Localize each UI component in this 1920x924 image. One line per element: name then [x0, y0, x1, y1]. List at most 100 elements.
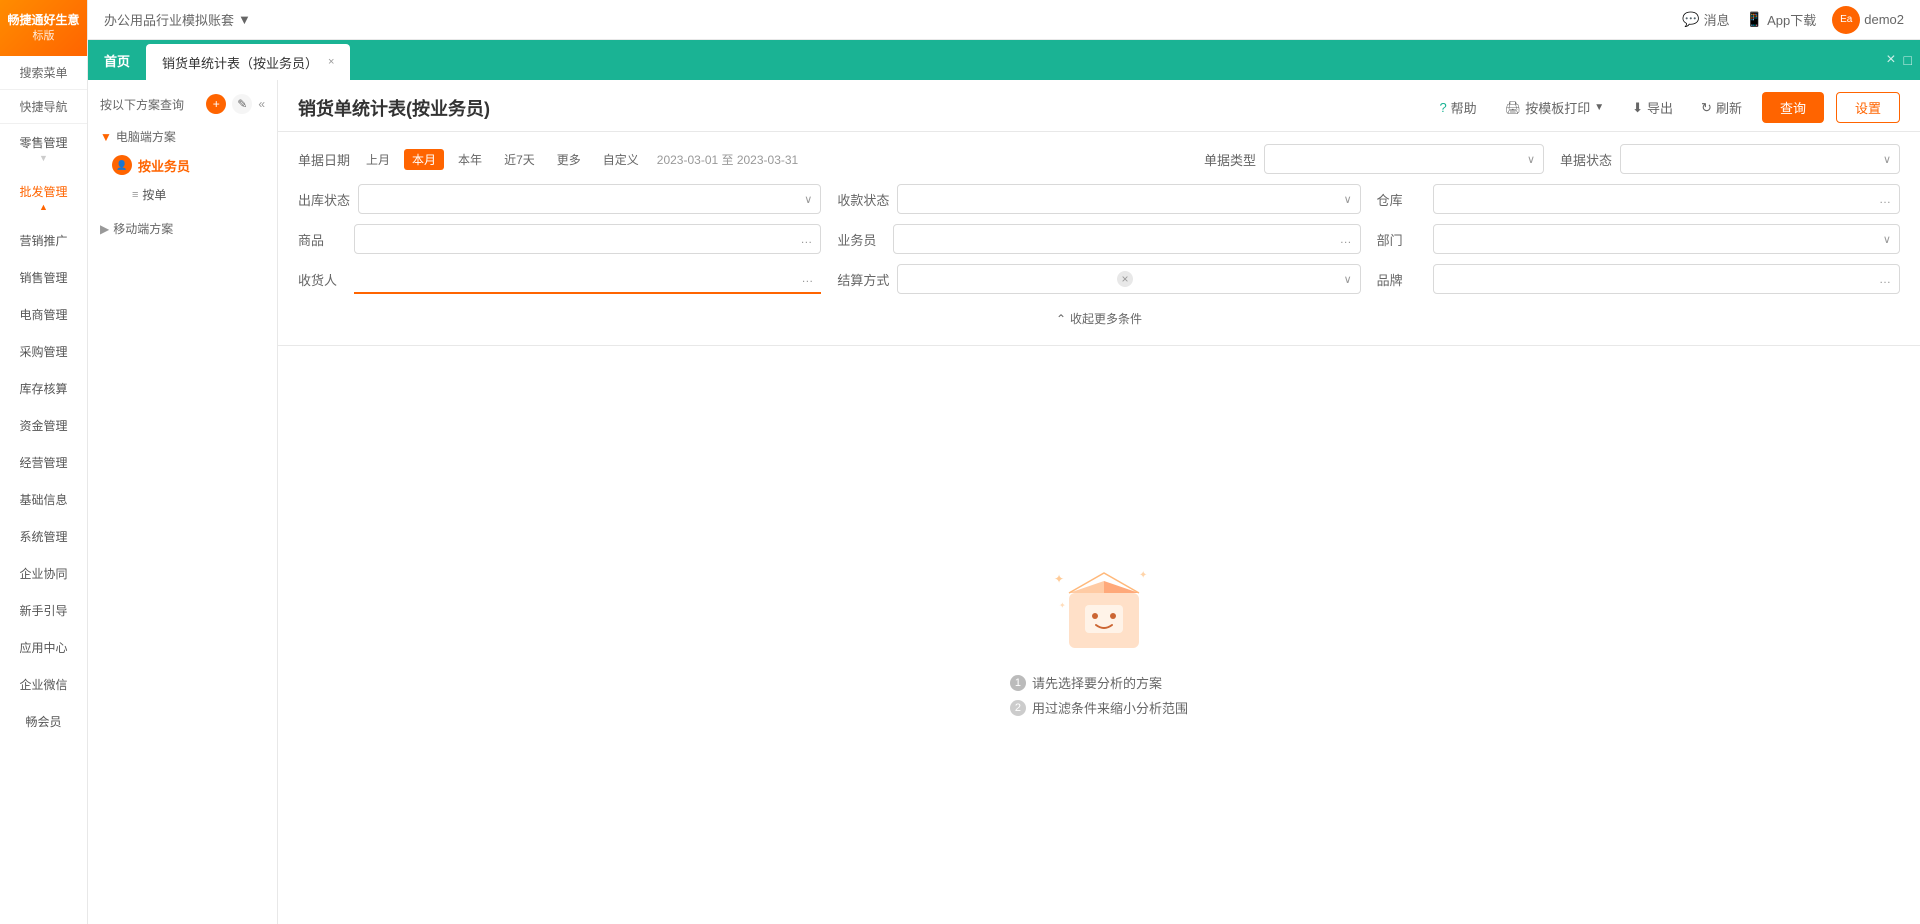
- department-dropdown[interactable]: ∨: [1433, 224, 1900, 254]
- user-profile-btn[interactable]: Ea demo2: [1832, 6, 1904, 34]
- search-label: 搜索菜单: [19, 66, 67, 80]
- avatar: Ea: [1832, 6, 1860, 34]
- query-btn[interactable]: 查询: [1762, 92, 1824, 123]
- sidebar-item-apps[interactable]: 应用中心: [0, 629, 87, 666]
- date-custom-btn[interactable]: 自定义: [595, 149, 647, 170]
- add-scheme-btn[interactable]: +: [206, 94, 226, 114]
- pc-scheme-group-header[interactable]: ▼ 电脑端方案: [88, 124, 277, 149]
- collapse-more-btn[interactable]: ⌃ 收起更多条件: [298, 304, 1900, 333]
- sidebar-item-purchase[interactable]: 采购管理: [0, 333, 87, 370]
- content-area: 按以下方案查询 + ✎ « ▼ 电脑端方案: [88, 80, 1920, 924]
- tab-expand-btn[interactable]: □: [1904, 52, 1912, 68]
- date-last7-btn[interactable]: 近7天: [496, 149, 543, 170]
- sidebar-item-ecommerce[interactable]: 电商管理: [0, 296, 87, 333]
- sidebar-quick-nav[interactable]: 快捷导航: [0, 90, 87, 124]
- message-btn[interactable]: 💬 消息: [1682, 10, 1729, 29]
- receiver-input[interactable]: …: [354, 264, 821, 294]
- filter-date-item: 单据日期 上月 本月 本年 近7天 更多 自定义 2023-03-01 至 20…: [298, 149, 1188, 170]
- print-btn[interactable]: 🖨 按模板打印 ▼: [1497, 94, 1612, 121]
- collapse-more-label: 收起更多条件: [1070, 310, 1142, 327]
- filter-row-2: 出库状态 ∨ 收款状态 ∨ 仓库: [298, 184, 1900, 214]
- sidebar-search[interactable]: 搜索菜单: [0, 56, 87, 90]
- date-this-month-btn[interactable]: 本月: [404, 149, 444, 170]
- receiver-label: 收货人: [298, 270, 346, 289]
- top-nav: 办公用品行业模拟账套 ▼ 💬 消息 📱 App下载 Ea demo2: [88, 0, 1920, 40]
- message-icon: 💬: [1682, 11, 1699, 28]
- refresh-btn[interactable]: ↻ 刷新: [1693, 94, 1750, 121]
- sidebar-item-inventory[interactable]: 库存核算: [0, 370, 87, 407]
- query-label: 查询: [1780, 101, 1806, 116]
- edit-scheme-btn[interactable]: ✎: [232, 94, 252, 114]
- purchase-label: 采购管理: [19, 343, 67, 360]
- wholesale-arrow: ▲: [39, 202, 48, 212]
- brand-input[interactable]: …: [1433, 264, 1900, 294]
- salesperson-input[interactable]: …: [893, 224, 1360, 254]
- tab-home[interactable]: 首页: [88, 40, 146, 80]
- date-this-year-btn[interactable]: 本年: [450, 149, 490, 170]
- tip-2-text: 用过滤条件来缩小分析范围: [1032, 698, 1188, 717]
- mobile-scheme-group-header[interactable]: ▶ 移动端方案: [88, 216, 277, 241]
- tab-window-close-btn[interactable]: ×: [1886, 51, 1895, 69]
- payment-method-dropdown[interactable]: × ∨: [897, 264, 1360, 294]
- top-nav-right: 💬 消息 📱 App下载 Ea demo2: [1682, 6, 1904, 34]
- filter-payment-method-item: 结算方式 × ∨: [837, 264, 1360, 294]
- payment-status-dropdown[interactable]: ∨: [897, 184, 1360, 214]
- app-download-btn[interactable]: 📱 App下载: [1746, 10, 1817, 29]
- breadcrumb-text: 办公用品行业模拟账套: [104, 10, 234, 29]
- warehouse-input[interactable]: …: [1433, 184, 1900, 214]
- sidebar-item-wechat[interactable]: 企业微信: [0, 666, 87, 703]
- date-more-btn[interactable]: 更多: [549, 149, 589, 170]
- tab-close-icon[interactable]: ×: [328, 56, 334, 68]
- help-btn[interactable]: ? 帮助: [1431, 94, 1484, 121]
- goods-input[interactable]: …: [354, 224, 821, 254]
- sidebar-item-member[interactable]: 畅会员: [0, 703, 87, 740]
- payment-method-clear-btn[interactable]: ×: [1117, 271, 1133, 287]
- date-label: 单据日期: [298, 150, 350, 169]
- system-label: 系统管理: [19, 528, 67, 545]
- collapse-panel-btn[interactable]: «: [258, 97, 265, 111]
- page-title: 销货单统计表(按业务员): [298, 95, 490, 121]
- department-label: 部门: [1377, 230, 1425, 249]
- warehouse-more-icon: …: [1879, 192, 1891, 206]
- empty-svg-icon: ✦ ✦ ✦: [1049, 553, 1159, 653]
- scheme-sales-item[interactable]: 👤 按业务员: [88, 149, 277, 181]
- sidebar-item-sales[interactable]: 销售管理: [0, 259, 87, 296]
- export-btn[interactable]: ⬇ 导出: [1624, 94, 1681, 121]
- doc-status-dropdown[interactable]: ∨: [1620, 144, 1900, 174]
- panel-actions: + ✎ «: [206, 94, 265, 114]
- tip-1-num: 1: [1010, 675, 1026, 691]
- date-last-month-btn[interactable]: 上月: [358, 149, 398, 170]
- tip-2-num: 2: [1010, 700, 1026, 716]
- scheme-item-icon: 👤: [112, 155, 132, 175]
- sidebar-item-basic[interactable]: 基础信息: [0, 481, 87, 518]
- sidebar-item-newbie[interactable]: 新手引导: [0, 592, 87, 629]
- export-icon: ⬇: [1632, 100, 1643, 116]
- goods-label: 商品: [298, 230, 346, 249]
- filter-doc-type-item: 单据类型 ∨: [1204, 144, 1544, 174]
- tab-sales-stats[interactable]: 销货单统计表（按业务员） ×: [146, 44, 350, 80]
- operations-label: 经营管理: [19, 454, 67, 471]
- scheme-sales-label: 按业务员: [138, 156, 190, 175]
- sidebar-item-operations[interactable]: 经营管理: [0, 444, 87, 481]
- receiver-more-icon: …: [801, 271, 813, 285]
- filter-brand-item: 品牌 …: [1377, 264, 1900, 294]
- settings-btn[interactable]: 设置: [1836, 92, 1900, 123]
- sidebar-item-system[interactable]: 系统管理: [0, 518, 87, 555]
- sidebar-item-finance[interactable]: 资金管理: [0, 407, 87, 444]
- filter-area: 单据日期 上月 本月 本年 近7天 更多 自定义 2023-03-01 至 20…: [278, 132, 1920, 346]
- quick-label: 快捷导航: [19, 100, 67, 114]
- goods-more-icon: …: [800, 232, 812, 246]
- payment-method-arrow-icon: ∨: [1344, 273, 1352, 286]
- filter-row-1: 单据日期 上月 本月 本年 近7天 更多 自定义 2023-03-01 至 20…: [298, 144, 1900, 174]
- doc-type-dropdown[interactable]: ∨: [1264, 144, 1544, 174]
- sidebar-item-retail[interactable]: 零售管理 ▼: [0, 124, 87, 173]
- sidebar-item-marketing[interactable]: 营销推广: [0, 222, 87, 259]
- out-status-dropdown[interactable]: ∨: [358, 184, 821, 214]
- svg-text:✦: ✦: [1059, 601, 1066, 610]
- refresh-icon: ↻: [1701, 100, 1712, 116]
- sub-scheme-order[interactable]: ≡ 按单: [88, 181, 277, 208]
- sidebar-item-wholesale[interactable]: 批发管理 ▲: [0, 173, 87, 222]
- sidebar-item-coop[interactable]: 企业协同: [0, 555, 87, 592]
- empty-tip-1: 1 请先选择要分析的方案: [1010, 673, 1188, 692]
- breadcrumb-arrow-icon[interactable]: ▼: [238, 12, 251, 27]
